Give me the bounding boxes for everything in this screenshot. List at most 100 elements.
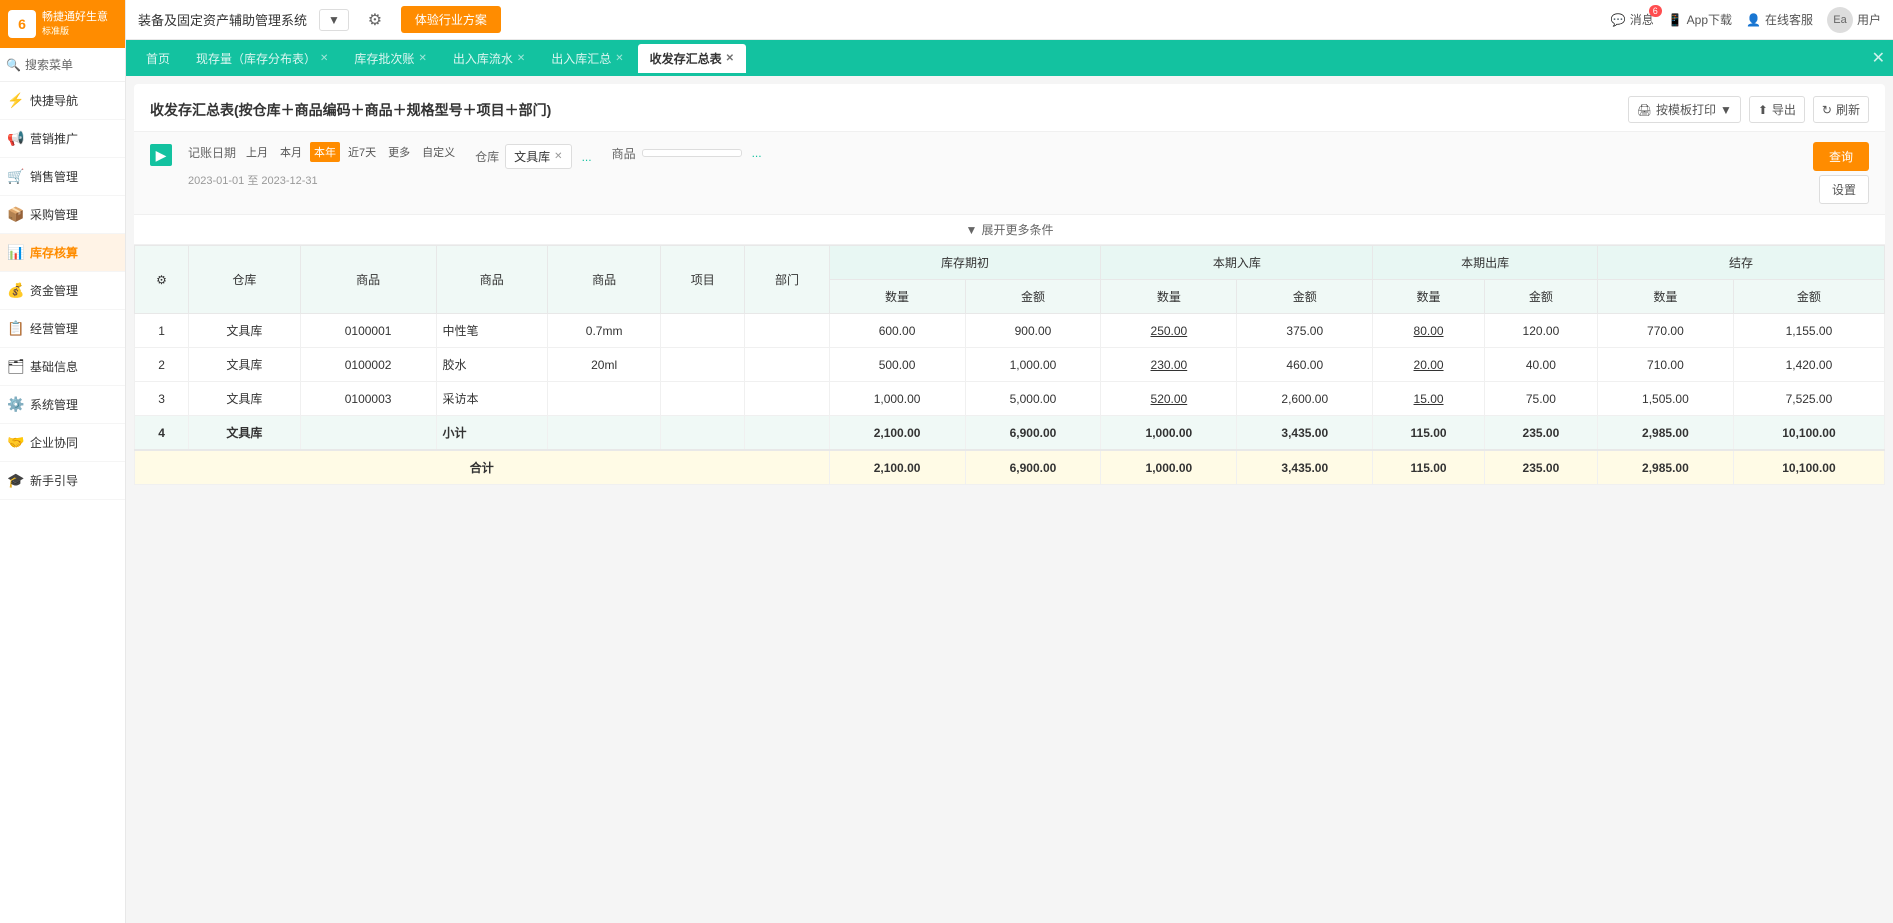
cell-out-qty[interactable]: 15.00 (1373, 382, 1485, 416)
cell-goods-code: 0100003 (300, 382, 436, 416)
sidebar-item-inventory[interactable]: 📊 库存核算 (0, 234, 125, 272)
sidebar-item-purchase[interactable]: 📦 采购管理 (0, 196, 125, 234)
date-btn-this-year[interactable]: 本年 (310, 142, 340, 162)
sidebar-item-sales[interactable]: 🛒 销售管理 (0, 158, 125, 196)
cell-no: 2 (135, 348, 189, 382)
warehouse-tag: 文具库 ✕ (505, 144, 571, 169)
footer-open-qty: 2,100.00 (829, 450, 965, 485)
th-opening: 库存期初 (829, 246, 1101, 280)
warehouse-more-button[interactable]: ... (578, 148, 596, 166)
cell-goods-spec (548, 382, 661, 416)
tab-close-inventory-dist[interactable]: ✕ (320, 53, 328, 64)
tab-inout-flow[interactable]: 出入库流水 ✕ (441, 44, 537, 73)
tab-recv-send[interactable]: 收发存汇总表 ✕ (638, 44, 746, 73)
expand-more-button[interactable]: ▼ 展开更多条件 (966, 221, 1054, 238)
cell-bal-amt: 1,155.00 (1733, 314, 1884, 348)
sidebar-item-quick-nav[interactable]: ⚡ 快捷导航 (0, 82, 125, 120)
th-goods-code: 商品 (300, 246, 436, 314)
warehouse-filter-row: 仓库 文具库 ✕ ... (475, 144, 595, 169)
cell-in-qty[interactable]: 250.00 (1101, 314, 1237, 348)
system-dropdown[interactable]: ▼ (319, 9, 349, 31)
query-section: 查询 设置 (1813, 142, 1869, 204)
app-download-button[interactable]: 📱 App下载 (1668, 11, 1732, 28)
th-in-amt: 金额 (1237, 280, 1373, 314)
phone-icon: 📱 (1668, 13, 1683, 27)
sidebar-item-basic[interactable]: 🗂 基础信息 (0, 348, 125, 386)
footer-open-amt: 6,900.00 (965, 450, 1101, 485)
tab-close-inout-summary[interactable]: ✕ (615, 53, 623, 64)
goods-filter-input[interactable] (642, 149, 742, 157)
online-service-button[interactable]: 👤 在线客服 (1746, 11, 1813, 28)
refresh-button[interactable]: ↻ 刷新 (1813, 96, 1869, 123)
filter-settings-button[interactable]: 设置 (1819, 175, 1869, 204)
cell-warehouse: 文具库 (189, 348, 301, 382)
cell-goods-name: 采访本 (436, 382, 548, 416)
settings-gear-icon[interactable]: ⚙ (361, 6, 389, 34)
cell-in-amt: 460.00 (1237, 348, 1373, 382)
filter-bar: ▶ 记账日期 上月 本月 本年 近7天 更多 自定义 2023-01-0 (134, 132, 1885, 215)
goods-filter-label: 商品 (612, 145, 636, 162)
cell-out-amt: 120.00 (1484, 314, 1597, 348)
date-btn-7days[interactable]: 近7天 (344, 142, 380, 162)
th-settings[interactable]: ⚙ (135, 246, 189, 314)
table-row: 1 文具库 0100001 中性笔 0.7mm 600.00 900.00 25… (135, 314, 1885, 348)
cell-in-qty[interactable]: 230.00 (1101, 348, 1237, 382)
user-menu[interactable]: Ea 用户 (1827, 7, 1881, 33)
sidebar-item-business[interactable]: 📋 经营管理 (0, 310, 125, 348)
cell-out-qty[interactable]: 80.00 (1373, 314, 1485, 348)
app-brand: 畅捷通好生意 标准版 (42, 10, 108, 38)
date-filter-label: 记账日期 (188, 144, 236, 161)
tab-home[interactable]: 首页 (134, 44, 182, 73)
date-btn-custom[interactable]: 自定义 (418, 142, 459, 162)
cell-open-amt: 900.00 (965, 314, 1101, 348)
purchase-icon: 📦 (8, 207, 24, 223)
cell-bal-amt: 7,525.00 (1733, 382, 1884, 416)
enterprise-icon: 🤝 (8, 435, 24, 451)
cell-goods-code: 0100002 (300, 348, 436, 382)
export-button[interactable]: ⬆ 导出 (1749, 96, 1805, 123)
th-out: 本期出库 (1373, 246, 1598, 280)
sidebar-item-marketing[interactable]: 📢 营销推广 (0, 120, 125, 158)
cell-bal-amt: 10,100.00 (1733, 416, 1884, 451)
experience-button[interactable]: 体验行业方案 (401, 6, 501, 33)
cell-no: 4 (135, 416, 189, 451)
sidebar-item-system[interactable]: ⚙️ 系统管理 (0, 386, 125, 424)
date-btn-more[interactable]: 更多 (384, 142, 414, 162)
cell-out-qty[interactable]: 20.00 (1373, 348, 1485, 382)
sidebar-item-enterprise[interactable]: 🤝 企业协同 (0, 424, 125, 462)
date-btn-this-month[interactable]: 本月 (276, 142, 306, 162)
cell-goods-name: 小计 (436, 416, 548, 451)
query-button[interactable]: 查询 (1813, 142, 1869, 171)
cell-goods-name: 胶水 (436, 348, 548, 382)
filter-expand-button[interactable]: ▶ (150, 144, 172, 166)
message-button[interactable]: 💬 消息 6 (1611, 11, 1654, 28)
cell-goods-name: 中性笔 (436, 314, 548, 348)
tabs-close-all-button[interactable]: ✕ (1872, 48, 1885, 68)
tab-inventory-dist[interactable]: 现存量（库存分布表） ✕ (184, 44, 340, 73)
footer-in-amt: 3,435.00 (1237, 450, 1373, 485)
guide-icon: 🎓 (8, 473, 24, 489)
tab-batch[interactable]: 库存批次账 ✕ (342, 44, 438, 73)
page-content: 收发存汇总表(按仓库＋商品编码＋商品＋规格型号＋项目＋部门) 🖨 按模板打印 ▼… (126, 76, 1893, 923)
tab-inout-summary[interactable]: 出入库汇总 ✕ (539, 44, 635, 73)
th-open-amt: 金额 (965, 280, 1101, 314)
date-btn-last-month[interactable]: 上月 (242, 142, 272, 162)
goods-filter-row: 商品 ... (612, 144, 766, 162)
cell-in-amt: 2,600.00 (1237, 382, 1373, 416)
sidebar-item-finance[interactable]: 💰 资金管理 (0, 272, 125, 310)
refresh-icon: ↻ (1822, 103, 1832, 117)
marketing-icon: 📢 (8, 131, 24, 147)
sidebar-item-guide[interactable]: 🎓 新手引导 (0, 462, 125, 500)
warehouse-filter-label: 仓库 (475, 148, 499, 165)
tab-close-recv-send[interactable]: ✕ (726, 53, 734, 64)
goods-more-button[interactable]: ... (748, 144, 766, 162)
tab-close-inout-flow[interactable]: ✕ (517, 53, 525, 64)
cell-bal-amt: 1,420.00 (1733, 348, 1884, 382)
tab-close-batch[interactable]: ✕ (418, 53, 426, 64)
th-balance: 结存 (1597, 246, 1884, 280)
cell-in-qty[interactable]: 520.00 (1101, 382, 1237, 416)
sidebar-search[interactable]: 🔍 搜索菜单 (0, 48, 125, 82)
warehouse-tag-close[interactable]: ✕ (554, 151, 562, 162)
cell-goods-code (300, 416, 436, 451)
print-button[interactable]: 🖨 按模板打印 ▼ (1628, 96, 1741, 123)
